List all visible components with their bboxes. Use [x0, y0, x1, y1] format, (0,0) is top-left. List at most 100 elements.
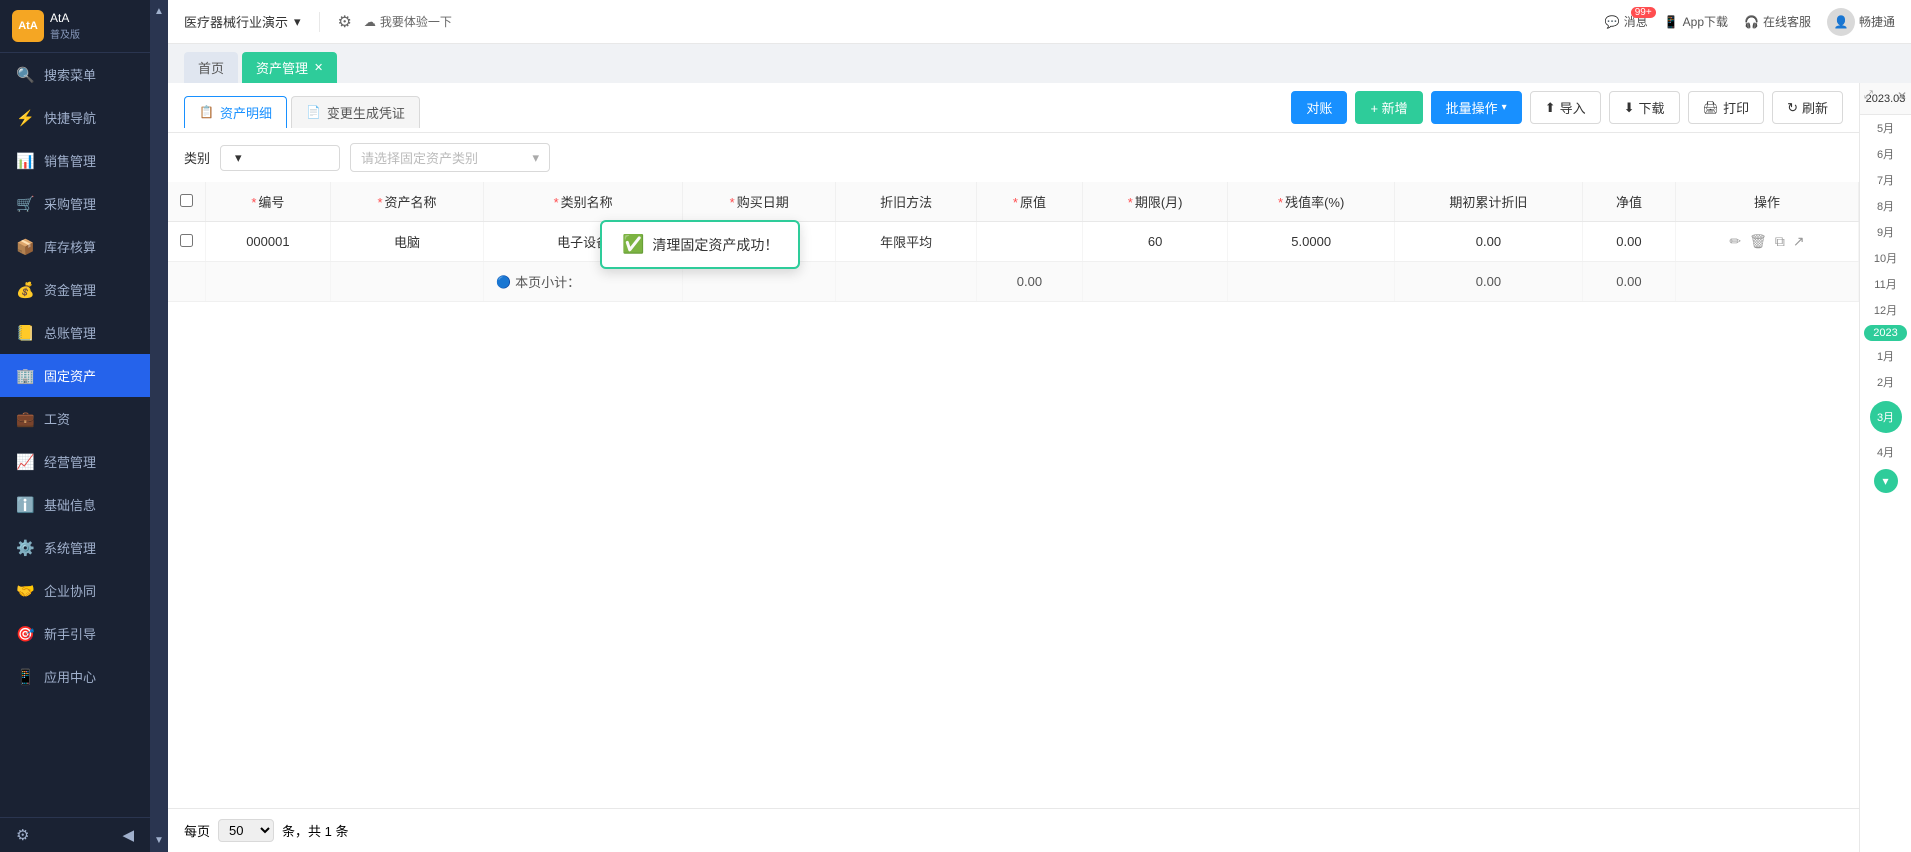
copy-icon[interactable]: ⧉: [1775, 233, 1785, 250]
timeline-month-11月[interactable]: 11月: [1868, 271, 1903, 297]
sidebar-item-label: 库存核算: [44, 237, 96, 256]
sidebar-item-总账管理[interactable]: 📒总账管理: [0, 311, 150, 354]
sidebar-icon: 🏢: [16, 367, 34, 385]
sidebar-item-工资[interactable]: 💼工资: [0, 397, 150, 440]
download-button[interactable]: ⬇ 下载: [1609, 91, 1680, 124]
delete-icon[interactable]: 🗑: [1749, 233, 1767, 250]
timeline-month-8月[interactable]: 8月: [1868, 193, 1903, 219]
settings-icon[interactable]: ⚙: [16, 826, 29, 844]
timeline-scroll-down-btn[interactable]: ▾: [1874, 469, 1898, 493]
category-search-input[interactable]: 请选择固定资产类别 ▾: [350, 143, 550, 172]
message-badge: 99+: [1631, 7, 1656, 18]
tab-close-icon[interactable]: ✕: [314, 61, 323, 74]
toast-check-icon: ✅: [622, 234, 644, 255]
timeline-month-9月[interactable]: 9月: [1868, 219, 1903, 245]
cell-code: 000001: [206, 222, 331, 262]
experience-btn[interactable]: ☁ 我要体验一下: [364, 13, 452, 30]
subtab-change-voucher[interactable]: 📄 变更生成凭证: [291, 96, 420, 128]
timeline-year-badge[interactable]: 2023: [1864, 325, 1907, 341]
scroll-up-btn[interactable]: ▲: [152, 4, 166, 19]
tab-home[interactable]: 首页: [184, 52, 238, 83]
topbar: 医疗器械行业演示 ▾ ⚙ ☁ 我要体验一下 💬 消息 99+ 📱 App下载 🎧: [168, 0, 1911, 44]
timeline-close-icon[interactable]: ✕: [1897, 89, 1907, 103]
subtotal-net: 0.00: [1582, 262, 1675, 302]
refresh-button[interactable]: ↻ 刷新: [1772, 91, 1843, 124]
timeline-month-4月[interactable]: 4月: [1871, 439, 1900, 465]
online-service-btn[interactable]: 🎧 在线客服: [1744, 13, 1811, 30]
tab-asset-management-label: 资产管理: [256, 58, 308, 77]
timeline-month-5月[interactable]: 5月: [1868, 115, 1903, 141]
collapse-icon[interactable]: ◀: [122, 826, 134, 844]
per-page-label: 每页: [184, 821, 210, 840]
subtab-list: 📋 资产明细 📄 变更生成凭证: [184, 88, 420, 128]
sidebar-item-搜索菜单[interactable]: 🔍搜索菜单: [0, 53, 150, 96]
timeline-month-7月[interactable]: 7月: [1868, 167, 1903, 193]
subtab-asset-detail[interactable]: 📋 资产明细: [184, 96, 287, 128]
settings-gear-icon[interactable]: ⚙: [338, 12, 352, 32]
topbar-right: 💬 消息 99+ 📱 App下载 🎧 在线客服 👤 畅捷通: [1605, 8, 1895, 36]
sidebar-item-企业协同[interactable]: 🤝企业协同: [0, 569, 150, 612]
sidebar-item-label: 搜索菜单: [44, 65, 96, 84]
sidebar-item-经营管理[interactable]: 📈经营管理: [0, 440, 150, 483]
row-checkbox[interactable]: [180, 234, 193, 247]
timeline-month-12月[interactable]: 12月: [1868, 297, 1903, 323]
sidebar-item-采购管理[interactable]: 🛒采购管理: [0, 182, 150, 225]
scroll-down-btn[interactable]: ▼: [152, 833, 166, 848]
cell-period: 60: [1082, 222, 1227, 262]
sidebar-item-label: 资金管理: [44, 280, 96, 299]
per-page-select[interactable]: 50 100 200: [218, 819, 274, 842]
refresh-icon: ↻: [1787, 100, 1798, 116]
edit-icon[interactable]: ✏: [1729, 233, 1741, 250]
message-btn[interactable]: 💬 消息 99+: [1605, 13, 1648, 30]
sidebar-item-label: 新手引导: [44, 624, 96, 643]
sidebar-item-label: 应用中心: [44, 667, 96, 686]
sidebar-icon: 💰: [16, 281, 34, 299]
sidebar-item-系统管理[interactable]: ⚙️系统管理: [0, 526, 150, 569]
category-type-select[interactable]: ▾: [220, 145, 340, 171]
main-content: 📋 资产明细 📄 变更生成凭证 对账 + 新增 批量操作 ▾: [168, 83, 1859, 852]
new-button[interactable]: + 新增: [1355, 91, 1422, 124]
timeline-month-10月[interactable]: 10月: [1868, 245, 1903, 271]
timeline-month-1月[interactable]: 1月: [1871, 343, 1900, 369]
sidebar-item-快捷导航[interactable]: ⚡快捷导航: [0, 96, 150, 139]
select-all-header: [168, 182, 206, 222]
main-container: 医疗器械行业演示 ▾ ⚙ ☁ 我要体验一下 💬 消息 99+ 📱 App下载 🎧: [168, 0, 1911, 852]
col-net-value: 净值: [1582, 182, 1675, 222]
import-button[interactable]: ⬆ 导入: [1530, 91, 1601, 124]
total-text: 条，共 1 条: [282, 821, 348, 840]
reconcile-button[interactable]: 对账: [1291, 91, 1347, 124]
tab-asset-management[interactable]: 资产管理 ✕: [242, 52, 337, 83]
sidebar-icon: ⚙️: [16, 539, 34, 557]
timeline-active-month[interactable]: 3月: [1870, 401, 1902, 433]
message-icon: 💬: [1605, 15, 1620, 29]
col-period: *期限(月): [1082, 182, 1227, 222]
user-menu[interactable]: 👤 畅捷通: [1827, 8, 1895, 36]
company-selector[interactable]: 医疗器械行业演示 ▾: [184, 12, 301, 31]
sidebar-item-新手引导[interactable]: 🎯新手引导: [0, 612, 150, 655]
sidebar-logo: AtA AtA 普及版: [0, 0, 150, 53]
download-icon2: ⬇: [1624, 100, 1635, 116]
sidebar-item-库存核算[interactable]: 📦 库存核算: [0, 225, 150, 268]
sidebar-icon: 📦: [16, 238, 34, 256]
sidebar-item-应用中心[interactable]: 📱应用中心: [0, 655, 150, 698]
col-name: *资产名称: [330, 182, 483, 222]
sidebar-item-资金管理[interactable]: 💰 资金管理: [0, 268, 150, 311]
timeline-month-2月[interactable]: 2月: [1871, 369, 1900, 395]
print-button[interactable]: 🖨 打印: [1688, 91, 1765, 124]
timeline-expand-icon[interactable]: ⤢: [1864, 89, 1873, 102]
batch-operation-button[interactable]: 批量操作 ▾: [1431, 91, 1522, 124]
more-icon[interactable]: ↗: [1793, 233, 1805, 250]
col-purchase-date: *购买日期: [683, 182, 836, 222]
toolbar-buttons: 对账 + 新增 批量操作 ▾ ⬆ 导入 ⬇ 下载 🖨: [1291, 83, 1843, 132]
timeline-month-6月[interactable]: 6月: [1868, 141, 1903, 167]
col-original-value: *原值: [976, 182, 1082, 222]
category-label: 类别: [184, 148, 210, 167]
content-with-timeline: 📋 资产明细 📄 变更生成凭证 对账 + 新增 批量操作 ▾: [168, 83, 1911, 852]
sidebar-item-销售管理[interactable]: 📊销售管理: [0, 139, 150, 182]
sidebar-item-基础信息[interactable]: ℹ️基础信息: [0, 483, 150, 526]
app-download-btn[interactable]: 📱 App下载: [1664, 13, 1728, 30]
select-all-checkbox[interactable]: [180, 194, 193, 207]
subtotal-original: 0.00: [976, 262, 1082, 302]
sidebar-item-固定资产[interactable]: 🏢固定资产: [0, 354, 150, 397]
subtab-toolbar-row: 📋 资产明细 📄 变更生成凭证 对账 + 新增 批量操作 ▾: [168, 83, 1859, 133]
